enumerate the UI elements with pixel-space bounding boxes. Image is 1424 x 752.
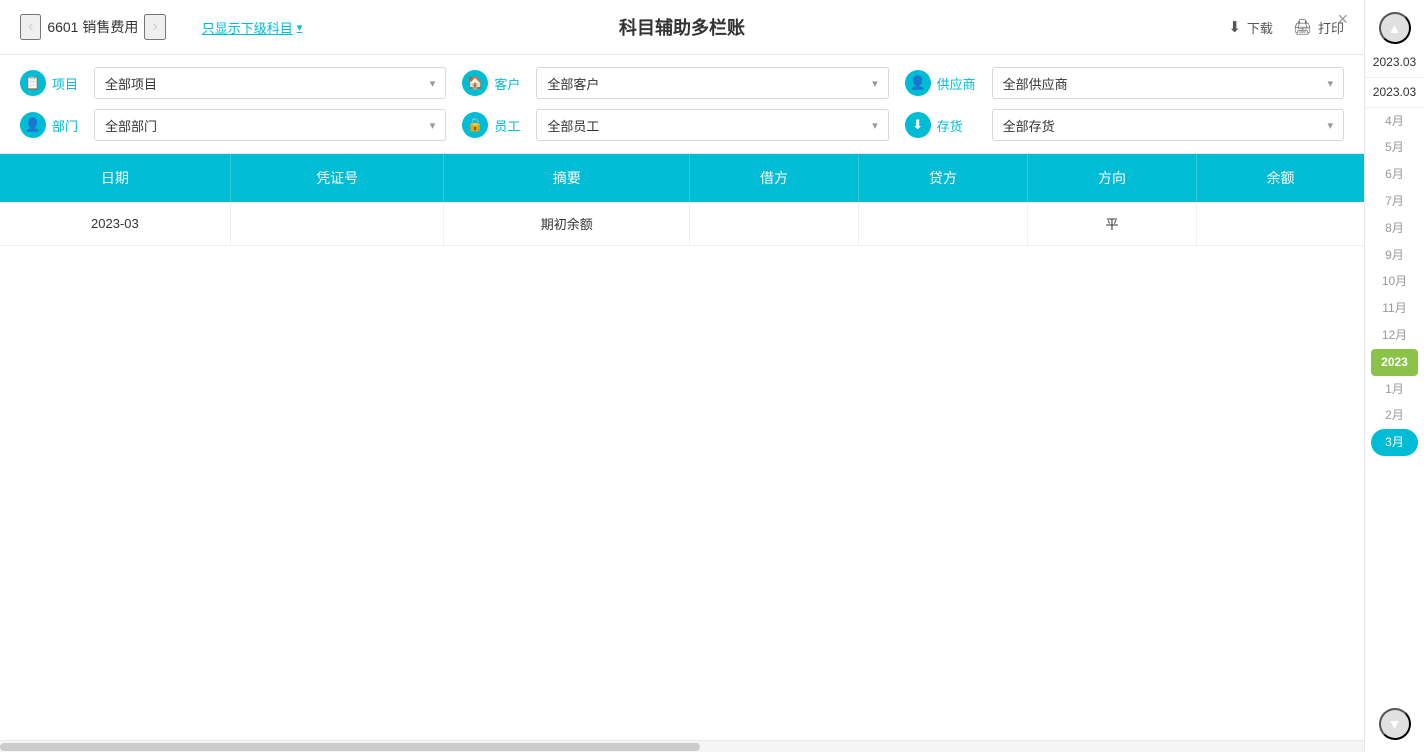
- print-button[interactable]: 🖨 打印: [1293, 18, 1344, 37]
- timeline-month-10[interactable]: 10月: [1365, 268, 1424, 295]
- project-value: 全部项目: [105, 74, 157, 93]
- supplier-label: 供应商: [937, 74, 976, 93]
- table-row: 2023-03 期初余额 平: [0, 202, 1364, 246]
- show-sub-button[interactable]: 只显示下级科目 ▾: [202, 18, 303, 37]
- col-credit: 贷方: [859, 154, 1028, 202]
- employee-value: 全部员工: [547, 116, 599, 135]
- filter-label-employee: 🔒 员工: [462, 112, 520, 138]
- table-header-row: 日期 凭证号 摘要 借方 贷方 方向 余额: [0, 154, 1364, 202]
- timeline-month-12[interactable]: 12月: [1365, 322, 1424, 349]
- inventory-label: 存货: [937, 116, 963, 135]
- filter-area: 📋 项目 全部项目 ▾ 🏠 客户 全部客户 ▾ 👤 供应商 全: [0, 55, 1364, 154]
- table-body: 2023-03 期初余额 平: [0, 202, 1364, 246]
- up-chevron-icon: ▲: [1388, 20, 1402, 36]
- col-summary: 摘要: [444, 154, 690, 202]
- timeline-month-1[interactable]: 1月: [1365, 376, 1424, 403]
- employee-chevron-icon: ▾: [872, 119, 878, 132]
- timeline-year-2023[interactable]: 2023: [1371, 349, 1418, 376]
- department-icon: 👤: [20, 112, 46, 138]
- nav-section: ‹ 6601 销售费用 › 只显示下级科目 ▾: [20, 14, 302, 40]
- col-voucher: 凭证号: [230, 154, 444, 202]
- col-date: 日期: [0, 154, 230, 202]
- timeline-month-11[interactable]: 11月: [1365, 295, 1424, 322]
- timeline-month-8[interactable]: 8月: [1365, 215, 1424, 242]
- close-button[interactable]: ×: [1337, 10, 1348, 28]
- cell-voucher: [230, 202, 444, 246]
- timeline-month-4[interactable]: 4月: [1365, 108, 1424, 135]
- download-button[interactable]: ⬇ 下载: [1228, 18, 1273, 37]
- col-balance: 余额: [1197, 154, 1364, 202]
- top-actions: ⬇ 下载 🖨 打印: [1228, 18, 1344, 37]
- data-table: 日期 凭证号 摘要 借方 贷方 方向 余额 2023-03 期初余额 平: [0, 154, 1364, 246]
- customer-select[interactable]: 全部客户 ▾: [536, 67, 888, 99]
- download-label: 下载: [1247, 18, 1273, 37]
- main-window: ‹ 6601 销售费用 › 只显示下级科目 ▾ 科目辅助多栏账 ⬇ 下载 🖨 打…: [0, 0, 1424, 752]
- timeline-top-1[interactable]: 2023.03: [1365, 48, 1424, 78]
- show-sub-label: 只显示下级科目: [202, 18, 293, 37]
- account-code-label: 6601 销售费用: [47, 17, 138, 37]
- employee-select[interactable]: 全部员工 ▾: [536, 109, 888, 141]
- timeline-month-9[interactable]: 9月: [1365, 242, 1424, 269]
- supplier-icon: 👤: [905, 70, 931, 96]
- inventory-icon: ⬇: [905, 112, 931, 138]
- department-label: 部门: [52, 116, 78, 135]
- inventory-chevron-icon: ▾: [1327, 119, 1333, 132]
- customer-value: 全部客户: [547, 74, 599, 93]
- top-bar: ‹ 6601 销售费用 › 只显示下级科目 ▾ 科目辅助多栏账 ⬇ 下载 🖨 打…: [0, 0, 1364, 55]
- right-sidebar: ▲ 2023.03 2023.03 4月 5月 6月 7月 8月 9月 10月 …: [1364, 0, 1424, 752]
- down-chevron-icon: ▼: [1388, 716, 1402, 732]
- cell-debit: [690, 202, 859, 246]
- project-chevron-icon: ▾: [430, 77, 436, 90]
- timeline-month-5[interactable]: 5月: [1365, 134, 1424, 161]
- col-direction: 方向: [1028, 154, 1197, 202]
- page-title: 科目辅助多栏账: [619, 14, 745, 40]
- project-select[interactable]: 全部项目 ▾: [94, 67, 446, 99]
- department-select[interactable]: 全部部门 ▾: [94, 109, 446, 141]
- timeline-month-3[interactable]: 3月: [1371, 429, 1418, 456]
- timeline-month-7[interactable]: 7月: [1365, 188, 1424, 215]
- chevron-down-icon: ▾: [297, 21, 303, 34]
- department-value: 全部部门: [105, 116, 157, 135]
- cell-date: 2023-03: [0, 202, 230, 246]
- filter-label-project: 📋 项目: [20, 70, 78, 96]
- timeline-month-6[interactable]: 6月: [1365, 161, 1424, 188]
- supplier-select[interactable]: 全部供应商 ▾: [992, 67, 1344, 99]
- bottom-scrollbar[interactable]: [0, 740, 1364, 752]
- employee-icon: 🔒: [462, 112, 488, 138]
- timeline-month-2[interactable]: 2月: [1365, 402, 1424, 429]
- timeline-up-button[interactable]: ▲: [1379, 12, 1411, 44]
- cell-credit: [859, 202, 1028, 246]
- table-area: 日期 凭证号 摘要 借方 贷方 方向 余额 2023-03 期初余额 平: [0, 154, 1364, 740]
- cell-summary: 期初余额: [444, 202, 690, 246]
- filter-label-supplier: 👤 供应商: [905, 70, 976, 96]
- project-label: 项目: [52, 74, 78, 93]
- supplier-chevron-icon: ▾: [1327, 77, 1333, 90]
- prev-account-button[interactable]: ‹: [20, 14, 41, 40]
- content-area: ‹ 6601 销售费用 › 只显示下级科目 ▾ 科目辅助多栏账 ⬇ 下载 🖨 打…: [0, 0, 1364, 752]
- project-icon: 📋: [20, 70, 46, 96]
- next-account-button[interactable]: ›: [144, 14, 165, 40]
- filter-label-inventory: ⬇ 存货: [905, 112, 976, 138]
- customer-label: 客户: [494, 74, 520, 93]
- timeline-down-button[interactable]: ▼: [1379, 708, 1411, 740]
- cell-balance: [1197, 202, 1364, 246]
- employee-label: 员工: [494, 116, 520, 135]
- scroll-thumb[interactable]: [0, 743, 700, 751]
- inventory-value: 全部存货: [1003, 116, 1055, 135]
- filter-label-customer: 🏠 客户: [462, 70, 520, 96]
- col-debit: 借方: [690, 154, 859, 202]
- inventory-select[interactable]: 全部存货 ▾: [992, 109, 1344, 141]
- supplier-value: 全部供应商: [1003, 74, 1068, 93]
- filter-label-department: 👤 部门: [20, 112, 78, 138]
- print-icon: 🖨: [1293, 18, 1312, 36]
- customer-chevron-icon: ▾: [872, 77, 878, 90]
- cell-direction: 平: [1028, 202, 1197, 246]
- timeline-items: 2023.03 2023.03 4月 5月 6月 7月 8月 9月 10月 11…: [1365, 48, 1424, 704]
- download-icon: ⬇: [1228, 18, 1241, 36]
- timeline-top-2[interactable]: 2023.03: [1365, 78, 1424, 108]
- customer-icon: 🏠: [462, 70, 488, 96]
- department-chevron-icon: ▾: [430, 119, 436, 132]
